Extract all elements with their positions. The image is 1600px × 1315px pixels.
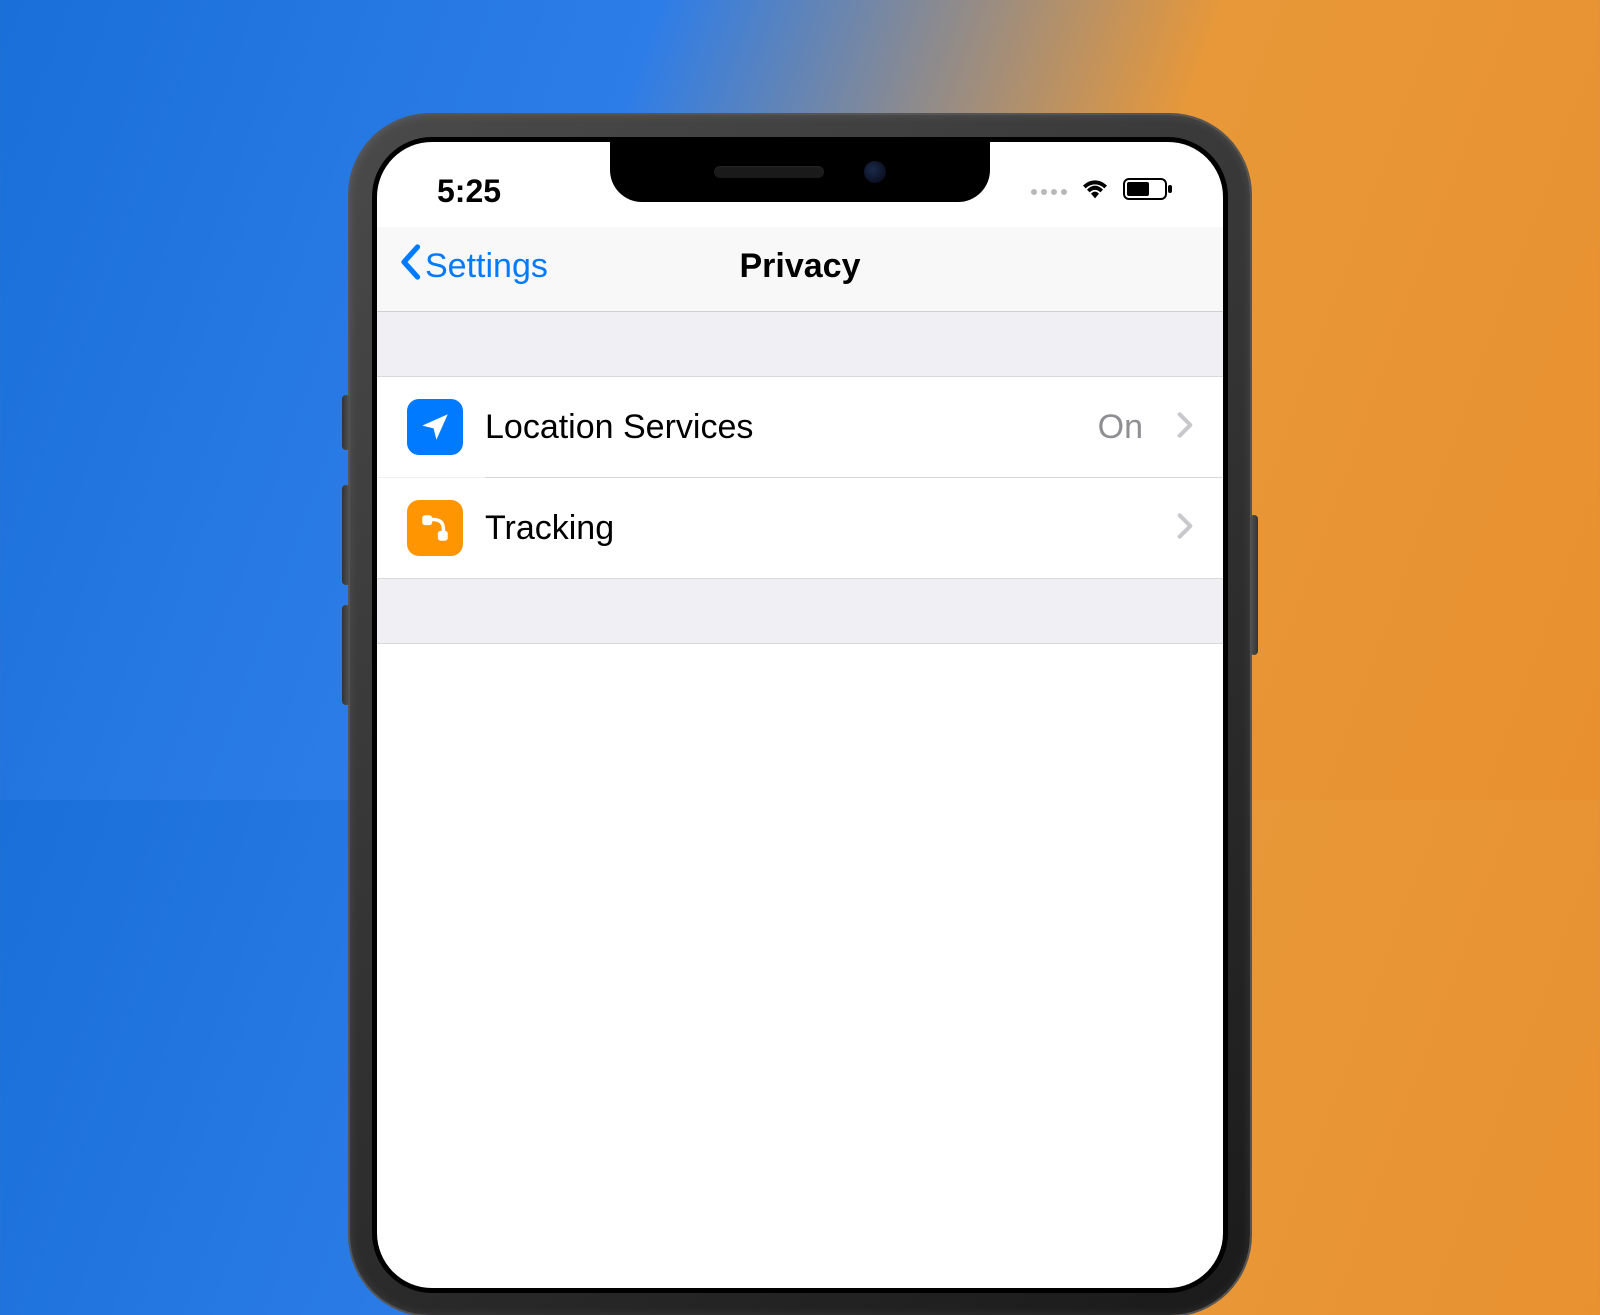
navigation-bar: Settings Privacy <box>377 227 1223 312</box>
phone-frame: 5:25 <box>350 115 1250 1315</box>
tracking-icon <box>407 500 463 556</box>
section-spacer <box>377 312 1223 377</box>
status-indicators <box>1031 177 1173 206</box>
chevron-left-icon <box>399 244 421 289</box>
volume-down-button <box>342 605 350 705</box>
phone-notch <box>610 142 990 202</box>
chevron-right-icon <box>1177 411 1193 444</box>
power-button <box>1250 515 1258 655</box>
tracking-row[interactable]: Tracking <box>377 478 1223 578</box>
location-services-row[interactable]: Location Services On <box>377 377 1223 477</box>
settings-content: Location Services On <box>377 312 1223 644</box>
phone-screen: 5:25 <box>377 142 1223 1288</box>
chevron-right-icon <box>1177 512 1193 545</box>
page-title: Privacy <box>740 247 861 286</box>
row-value: On <box>1098 408 1143 447</box>
wifi-icon <box>1079 177 1111 206</box>
cellular-dots-icon <box>1031 189 1067 195</box>
volume-up-button <box>342 485 350 585</box>
battery-icon <box>1123 177 1173 206</box>
row-label: Tracking <box>485 509 1121 548</box>
speaker-grille <box>714 166 824 178</box>
row-label: Location Services <box>485 408 1076 447</box>
section-spacer <box>377 579 1223 644</box>
mute-switch <box>342 395 350 450</box>
front-camera <box>864 161 886 183</box>
back-button[interactable]: Settings <box>399 244 548 289</box>
status-time: 5:25 <box>437 173 501 210</box>
location-arrow-icon <box>407 399 463 455</box>
phone-bezel: 5:25 <box>372 137 1228 1293</box>
back-label: Settings <box>425 247 548 286</box>
